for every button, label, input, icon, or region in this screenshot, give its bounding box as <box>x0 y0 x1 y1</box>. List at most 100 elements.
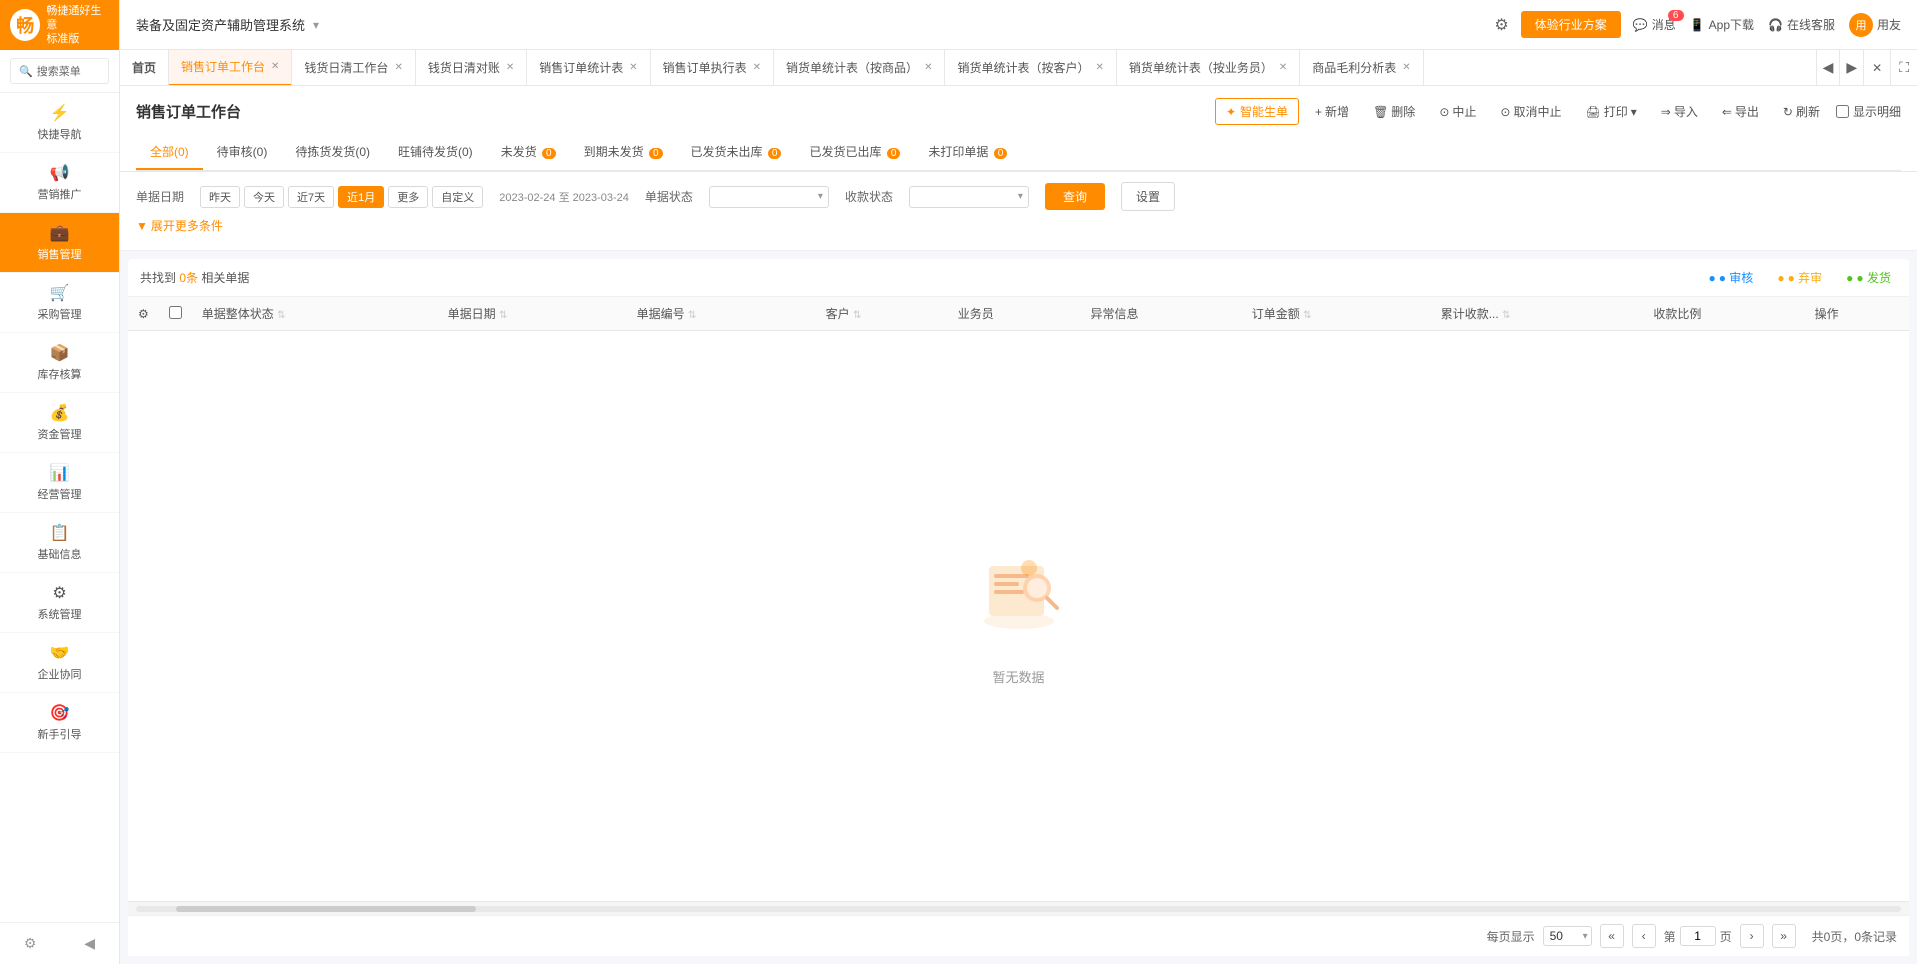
filter-settings-button[interactable]: 设置 <box>1121 182 1175 211</box>
status-filter-label: 单据状态 <box>645 188 693 205</box>
sidebar-nav-system[interactable]: ⚙ 系统管理 <box>0 573 119 633</box>
tab-sales-summary-customer-close[interactable]: ✕ <box>1095 62 1103 73</box>
sidebar-nav-sales[interactable]: 💼 销售管理 <box>0 213 119 273</box>
sub-tab-pending-inspect[interactable]: 待拣货发货(0) <box>281 135 384 170</box>
tab-expand-button[interactable]: ⛶ <box>1890 50 1917 86</box>
add-button[interactable]: + 新增 <box>1307 99 1357 124</box>
tab-close-all-button[interactable]: ✕ <box>1863 50 1890 86</box>
review-button[interactable]: ● ● 审核 <box>1702 267 1759 288</box>
cancel-review-button[interactable]: ● ● 弃审 <box>1771 267 1828 288</box>
export-button[interactable]: ⇐ 导出 <box>1714 99 1767 124</box>
sub-tab-pending-inspect-label: 待拣货发货(0) <box>295 145 370 159</box>
tab-sales-summary-staff[interactable]: 销货单统计表（按业务员） ✕ <box>1117 50 1300 86</box>
date-custom-button[interactable]: 自定义 <box>432 186 483 208</box>
prev-page-button[interactable]: ‹ <box>1632 924 1656 948</box>
next-page-button[interactable]: › <box>1740 924 1764 948</box>
last-page-button[interactable]: » <box>1772 924 1796 948</box>
print-button[interactable]: 🖨 打印 ▾ <box>1577 99 1644 124</box>
th-date: 单据日期 ⇅ <box>438 297 627 331</box>
date-last1m-button[interactable]: 近1月 <box>338 186 384 208</box>
system-dropdown-button[interactable]: ▾ <box>313 18 319 32</box>
show-detail-input[interactable] <box>1836 105 1849 118</box>
sidebar-nav-finance[interactable]: 💰 资金管理 <box>0 393 119 453</box>
sidebar: 畅 畅捷通好生意 标准版 🔍 搜索菜单 ⚡ 快捷导航 📢 营销推广 💼 销售管理… <box>0 0 120 964</box>
tab-cash-daily-close[interactable]: ✕ <box>394 62 402 73</box>
tab-cash-reconcile[interactable]: 钱货日清对账 ✕ <box>416 50 527 86</box>
horizontal-scrollbar[interactable] <box>128 901 1909 915</box>
tab-cash-reconcile-close[interactable]: ✕ <box>506 62 514 73</box>
user-menu[interactable]: 用 用友 <box>1849 13 1901 37</box>
sub-tab-wangpu[interactable]: 旺铺待发货(0) <box>384 135 487 170</box>
sub-tab-unprinted[interactable]: 未打印单据 0 <box>914 135 1021 170</box>
tab-sales-workbench-close[interactable]: ✕ <box>271 61 279 72</box>
tab-sales-exec-close[interactable]: ✕ <box>753 62 761 73</box>
sidebar-nav-guide[interactable]: 🎯 新手引导 <box>0 693 119 753</box>
total-records: 共0页，0条记录 <box>1812 928 1897 945</box>
refresh-button[interactable]: ↻ 刷新 <box>1775 99 1828 124</box>
tab-gross-profit[interactable]: 商品毛利分析表 ✕ <box>1300 50 1423 86</box>
status-select[interactable] <box>709 186 829 208</box>
tab-prev-button[interactable]: ◀ <box>1816 50 1840 86</box>
sidebar-nav-inventory[interactable]: 📦 库存核算 <box>0 333 119 393</box>
sub-tab-all[interactable]: 全部(0) <box>136 135 203 170</box>
table-header-row: ⚙ 单据整体状态 ⇅ 单据日期 ⇅ 单据编号 ⇅ <box>128 297 1909 331</box>
sub-tab-pending-review[interactable]: 待审核(0) <box>203 135 282 170</box>
show-detail-checkbox[interactable]: 显示明细 <box>1836 103 1901 120</box>
ship-button[interactable]: ● ● 发货 <box>1840 267 1897 288</box>
sub-tab-overdue[interactable]: 到期未发货 0 <box>570 135 677 170</box>
per-page-select[interactable]: 20 50 100 <box>1543 926 1592 946</box>
payment-select[interactable] <box>909 186 1029 208</box>
tab-next-button[interactable]: ▶ <box>1839 50 1863 86</box>
tab-sales-summary-customer[interactable]: 销货单统计表（按客户） ✕ <box>945 50 1116 86</box>
date-yesterday-button[interactable]: 昨天 <box>200 186 240 208</box>
industry-solution-button[interactable]: 体验行业方案 <box>1521 11 1621 38</box>
first-page-button[interactable]: « <box>1600 924 1624 948</box>
sidebar-collapse-button[interactable]: ◀ <box>80 931 99 956</box>
sidebar-nav-quick[interactable]: ⚡ 快捷导航 <box>0 93 119 153</box>
sub-tab-shipped-out[interactable]: 已发货已出库 0 <box>795 135 914 170</box>
tab-cash-daily[interactable]: 钱货日清工作台 ✕ <box>292 50 415 86</box>
sub-tab-shipped-no-out[interactable]: 已发货未出库 0 <box>677 135 796 170</box>
tab-sales-exec[interactable]: 销售订单执行表 ✕ <box>651 50 774 86</box>
message-icon: 💬 <box>1633 18 1648 32</box>
sidebar-nav-operations[interactable]: 📊 经营管理 <box>0 453 119 513</box>
query-button[interactable]: 查询 <box>1045 183 1105 210</box>
tab-gross-profit-close[interactable]: ✕ <box>1402 62 1410 73</box>
select-all-checkbox[interactable] <box>169 306 182 319</box>
date-today-button[interactable]: 今天 <box>244 186 284 208</box>
tab-home[interactable]: 首页 <box>120 50 169 86</box>
page-input[interactable] <box>1680 926 1716 946</box>
sub-tab-not-shipped[interactable]: 未发货 0 <box>487 135 570 170</box>
avatar: 用 <box>1849 13 1873 37</box>
date-last7-button[interactable]: 近7天 <box>288 186 334 208</box>
sidebar-nav-marketing[interactable]: 📢 营销推广 <box>0 153 119 213</box>
sidebar-nav-enterprise[interactable]: 🤝 企业协同 <box>0 633 119 693</box>
message-button[interactable]: 💬 消息 6 <box>1633 16 1676 33</box>
page-header-top: 销售订单工作台 ✦ 智能生单 + 新增 🗑 删除 ⊙ <box>136 98 1901 125</box>
sidebar-nav-purchase[interactable]: 🛒 采购管理 <box>0 273 119 333</box>
expand-filter-button[interactable]: ▼ 展开更多条件 <box>136 217 223 234</box>
tab-sales-summary-product-close[interactable]: ✕ <box>924 62 932 73</box>
customer-sort-icon: ⇅ <box>853 310 861 321</box>
cancel-suspend-button[interactable]: ⊙ 取消中止 <box>1492 99 1569 124</box>
date-more-button[interactable]: 更多 <box>388 186 428 208</box>
tab-sales-stats-label: 销售订单统计表 <box>539 59 623 76</box>
suspend-button[interactable]: ⊙ 中止 <box>1431 99 1484 124</box>
tab-sales-summary-staff-close[interactable]: ✕ <box>1279 62 1287 73</box>
app-download-button[interactable]: 📱 App下载 <box>1690 16 1754 33</box>
import-button[interactable]: ⇒ 导入 <box>1653 99 1706 124</box>
scrollbar-track <box>136 906 1901 912</box>
delete-button[interactable]: 🗑 删除 <box>1365 99 1423 124</box>
sidebar-search-button[interactable]: 🔍 搜索菜单 <box>10 58 109 84</box>
page-actions: ✦ 智能生单 + 新增 🗑 删除 ⊙ 中止 <box>1215 98 1901 125</box>
tab-sales-stats-close[interactable]: ✕ <box>629 62 637 73</box>
topbar-settings-button[interactable]: ⚙ <box>1494 15 1508 35</box>
online-service-button[interactable]: 🎧 在线客服 <box>1768 16 1835 33</box>
sidebar-settings-button[interactable]: ⚙ <box>20 931 41 956</box>
tab-sales-summary-product[interactable]: 销货单统计表（按商品） ✕ <box>774 50 945 86</box>
smart-generate-button[interactable]: ✦ 智能生单 <box>1215 98 1299 125</box>
scrollbar-thumb[interactable] <box>176 906 476 912</box>
sidebar-nav-base[interactable]: 📋 基础信息 <box>0 513 119 573</box>
tab-sales-workbench[interactable]: 销售订单工作台 ✕ <box>169 50 292 86</box>
tab-sales-stats[interactable]: 销售订单统计表 ✕ <box>527 50 650 86</box>
